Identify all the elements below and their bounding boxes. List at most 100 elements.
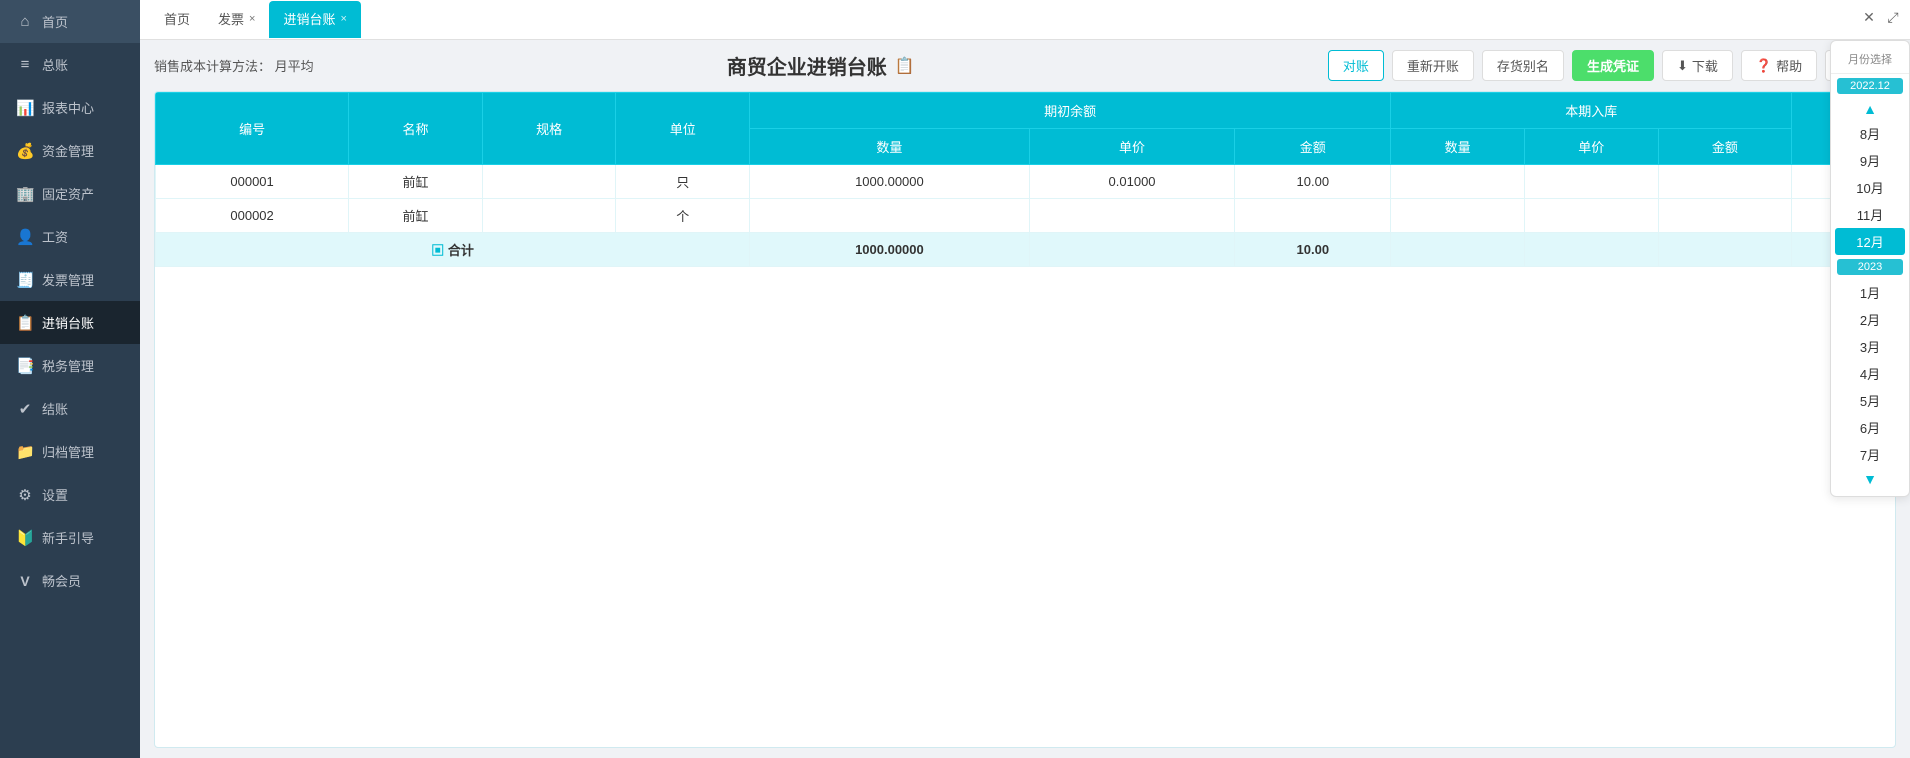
cell-code: 000001 [156,165,349,199]
sidebar-item-label: 新手引导 [42,528,94,547]
sidebar-item-settings[interactable]: ⚙ 设置 [0,473,140,516]
sidebar-item-label: 结账 [42,399,68,418]
sidebar-item-archive[interactable]: 📁 归档管理 [0,430,140,473]
assets-icon: 🏢 [16,185,34,203]
tab-purchase-sale-close[interactable]: × [340,13,346,25]
total-period-qty: 1000.00000 [750,233,1030,267]
ledger-icon: ≡ [16,56,34,73]
sidebar-item-funds[interactable]: 💰 资金管理 [0,129,140,172]
month-panel: 月份选择 2022.12 ▲ 8月 9月 10月 11月 12月 2023 1月… [1830,91,1896,497]
checkout-icon: ✔ [16,400,34,418]
purchase-sale-icon: 📋 [16,314,34,332]
month-item-7[interactable]: 7月 [1831,441,1896,468]
col-in-amount: 金额 [1658,129,1792,165]
col-period-start: 期初余额 [750,93,1391,129]
sidebar: ⌂ 首页 ≡ 总账 📊 报表中心 💰 资金管理 🏢 固定资产 👤 工资 🧾 发票… [0,0,140,758]
cell-in-amount [1658,199,1792,233]
tab-purchase-sale-label: 进销台账 [283,9,335,28]
tab-invoice[interactable]: 发票 × [204,1,269,38]
help-icon: ❓ [1756,58,1772,74]
tab-purchase-sale[interactable]: 进销台账 × [269,1,360,38]
sidebar-item-ledger[interactable]: ≡ 总账 [0,43,140,86]
tab-invoice-close[interactable]: × [249,13,255,25]
col-period-unit-price: 单价 [1029,129,1235,165]
cell-in-unit-price [1524,199,1658,233]
sidebar-item-assets[interactable]: 🏢 固定资产 [0,172,140,215]
month-item-2[interactable]: 2月 [1831,306,1896,333]
cell-period-amount [1235,199,1391,233]
reconcile-button[interactable]: 对账 [1328,50,1384,81]
download-button[interactable]: ⬇ 下载 [1662,50,1733,81]
page-content: 销售成本计算方法： 月平均 商贸企业进销台账 📋 对账 重新开账 存货别名 生成… [140,40,1910,758]
sidebar-item-label: 进销台账 [42,313,94,332]
generate-voucher-button[interactable]: 生成凭证 [1572,50,1654,81]
month-item-10[interactable]: 10月 [1831,174,1896,201]
cost-method-info: 销售成本计算方法： 月平均 [154,56,314,75]
sidebar-item-checkout[interactable]: ✔ 结账 [0,387,140,430]
sidebar-item-label: 首页 [42,12,68,31]
sidebar-item-label: 总账 [42,55,68,74]
sidebar-item-label: 报表中心 [42,98,94,117]
window-controls: ✕ ⤢ [1860,8,1902,26]
table-row: 000002 前缸 个 [156,199,1895,233]
month-nav-down[interactable]: ▼ [1831,468,1896,490]
total-label: ▣ 合计 [156,233,750,267]
sidebar-item-reports[interactable]: 📊 报表中心 [0,86,140,129]
close-button[interactable]: ✕ [1860,8,1878,26]
cost-method-label: 销售成本计算方法： [154,59,271,74]
cell-period-unit-price: 0.01000 [1029,165,1235,199]
month-item-4[interactable]: 4月 [1831,360,1896,387]
month-item-3[interactable]: 3月 [1831,333,1896,360]
total-in-unit-price [1524,233,1658,267]
sidebar-item-home[interactable]: ⌂ 首页 [0,0,140,43]
month-nav-up[interactable]: ▲ [1831,98,1896,120]
guide-icon: 🔰 [16,529,34,547]
sidebar-item-tax[interactable]: 📑 税务管理 [0,344,140,387]
month-item-6[interactable]: 6月 [1831,414,1896,441]
invoice-mgmt-icon: 🧾 [16,271,34,289]
sidebar-item-label: 设置 [42,485,68,504]
sidebar-item-label: 固定资产 [42,184,94,203]
cell-unit: 个 [616,199,750,233]
maximize-button[interactable]: ⤢ [1884,8,1902,26]
table-month-wrapper: 编号 名称 规格 单位 期初余额 本期入库 数 数量 单价 金额 数 [154,91,1896,748]
table-row: 000001 前缸 只 1000.00000 0.01000 10.00 [156,165,1895,199]
sidebar-item-purchase-sale[interactable]: 📋 进销台账 [0,301,140,344]
sidebar-item-invoice-mgmt[interactable]: 🧾 发票管理 [0,258,140,301]
toolbar: 对账 重新开账 存货别名 生成凭证 ⬇ 下载 ❓ 帮助 ↻ 刷新 [1328,50,1896,81]
page-title: 商贸企业进销台账 [727,51,887,80]
month-item-1[interactable]: 1月 [1831,279,1896,306]
tab-bar: 首页 发票 × 进销台账 × [140,0,1910,40]
title-icon: 📋 [895,56,915,76]
save-alias-button[interactable]: 存货别名 [1482,50,1564,81]
main-area: ✕ ⤢ 首页 发票 × 进销台账 × 销售成本计算方法： 月平均 商贸企业进销台… [140,0,1910,758]
reopen-button[interactable]: 重新开账 [1392,50,1474,81]
cost-method-value: 月平均 [275,59,314,74]
sidebar-item-wages[interactable]: 👤 工资 [0,215,140,258]
sidebar-item-label: 发票管理 [42,270,94,289]
funds-icon: 💰 [16,142,34,160]
cell-name: 前缸 [349,165,483,199]
month-item-12[interactable]: 12月 [1835,228,1896,255]
month-item-5[interactable]: 5月 [1831,387,1896,414]
sidebar-item-guide[interactable]: 🔰 新手引导 [0,516,140,559]
month-item-11[interactable]: 11月 [1831,201,1896,228]
cell-in-unit-price [1524,165,1658,199]
top-bar: 销售成本计算方法： 月平均 商贸企业进销台账 📋 对账 重新开账 存货别名 生成… [154,50,1896,81]
month-item-8[interactable]: 8月 [1831,120,1896,147]
sidebar-item-member[interactable]: V 畅会员 [0,559,140,602]
cell-code: 000002 [156,199,349,233]
total-row: ▣ 合计 1000.00000 10.00 [156,233,1895,267]
cell-period-qty [750,199,1030,233]
cell-in-qty [1391,199,1525,233]
data-table: 编号 名称 规格 单位 期初余额 本期入库 数 数量 单价 金额 数 [155,92,1895,267]
tab-invoice-label: 发票 [218,9,244,28]
month-item-9[interactable]: 9月 [1831,147,1896,174]
help-button[interactable]: ❓ 帮助 [1741,50,1817,81]
cell-in-amount [1658,165,1792,199]
tab-home[interactable]: 首页 [150,1,204,38]
col-spec: 规格 [482,93,616,165]
total-period-amount: 10.00 [1235,233,1391,267]
sidebar-item-label: 税务管理 [42,356,94,375]
tax-icon: 📑 [16,357,34,375]
